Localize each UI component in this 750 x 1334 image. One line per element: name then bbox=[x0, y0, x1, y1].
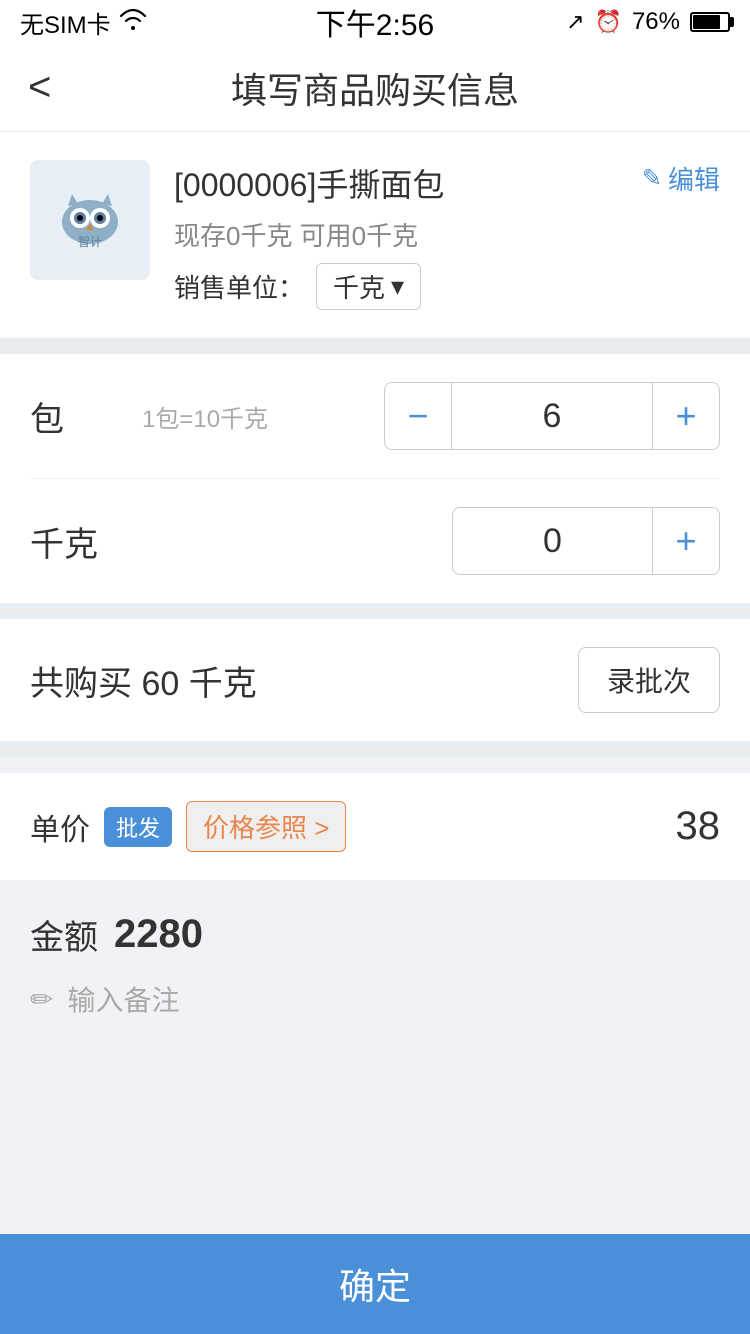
bao-decrement-button[interactable]: − bbox=[384, 382, 452, 450]
alarm-icon: ⏰ bbox=[595, 9, 622, 35]
bao-label: 包 bbox=[30, 392, 130, 441]
price-left: 单价 批发 价格参照 > bbox=[30, 801, 346, 852]
status-bar-right: ↗ ⏰ 76% bbox=[566, 8, 730, 36]
unit-label: 销售单位： bbox=[174, 268, 304, 305]
price-ref-button[interactable]: 价格参照 > bbox=[186, 801, 346, 852]
carrier-label: 无SIM卡 bbox=[20, 5, 111, 40]
nav-bar: < 填写商品购买信息 bbox=[0, 44, 750, 132]
kg-label: 千克 bbox=[30, 517, 130, 566]
bao-increment-button[interactable]: + bbox=[652, 382, 720, 450]
status-bar: 无SIM卡 下午2:56 ↗ ⏰ 76% bbox=[0, 0, 750, 44]
divider-2 bbox=[0, 603, 750, 619]
bottom-space bbox=[0, 1039, 750, 1259]
product-image: 智计 bbox=[30, 160, 150, 280]
edit-button[interactable]: ✎ 编辑 bbox=[642, 160, 720, 197]
time-label: 下午2:56 bbox=[316, 0, 434, 44]
product-unit-row: 销售单位： 千克 ▾ bbox=[174, 263, 720, 310]
unit-dropdown[interactable]: 千克 ▾ bbox=[316, 263, 421, 310]
product-stock: 现存0千克 可用0千克 bbox=[174, 216, 720, 253]
price-section: 单价 批发 价格参照 > 38 bbox=[0, 773, 750, 880]
kg-input-row: 千克 + bbox=[30, 479, 720, 603]
battery-icon bbox=[690, 12, 730, 32]
divider-1 bbox=[0, 338, 750, 354]
wifi-icon bbox=[119, 8, 147, 37]
bao-input[interactable] bbox=[452, 382, 652, 450]
divider-3 bbox=[0, 741, 750, 757]
bao-controls: − + bbox=[384, 382, 720, 450]
product-name: [0000006]手撕面包 bbox=[174, 160, 720, 206]
kg-input[interactable] bbox=[452, 507, 652, 575]
unit-value: 千克 bbox=[333, 268, 385, 305]
amount-section: 金额 2280 ✏ 输入备注 bbox=[0, 880, 750, 1039]
total-row: 共购买 60 千克 录批次 bbox=[0, 619, 750, 741]
amount-value: 2280 bbox=[114, 912, 203, 957]
remark-placeholder: 输入备注 bbox=[67, 979, 179, 1019]
total-label: 共购买 60 千克 bbox=[30, 656, 257, 705]
amount-row: 金额 2280 bbox=[30, 910, 720, 959]
back-button[interactable]: < bbox=[28, 65, 51, 110]
edit-label: 编辑 bbox=[668, 160, 720, 197]
location-icon: ↗ bbox=[566, 9, 584, 35]
kg-controls: + bbox=[452, 507, 720, 575]
confirm-bar[interactable]: 确定 bbox=[0, 1234, 750, 1334]
page-title: 填写商品购买信息 bbox=[231, 62, 519, 114]
wholesale-tag: 批发 bbox=[104, 807, 172, 847]
product-card: 智计 [0000006]手撕面包 现存0千克 可用0千克 销售单位： 千克 ▾ … bbox=[0, 132, 750, 338]
input-section: 包 1包=10千克 − + 千克 + bbox=[0, 354, 750, 603]
dropdown-arrow: ▾ bbox=[391, 271, 404, 302]
owl-logo: 智计 bbox=[54, 190, 126, 250]
product-info: [0000006]手撕面包 现存0千克 可用0千克 销售单位： 千克 ▾ bbox=[174, 160, 720, 310]
price-value: 38 bbox=[676, 804, 721, 849]
confirm-label: 确定 bbox=[339, 1258, 411, 1310]
pencil-icon: ✏ bbox=[30, 983, 53, 1016]
bao-input-row: 包 1包=10千克 − + bbox=[30, 354, 720, 479]
battery-percent: 76% bbox=[632, 8, 680, 36]
batch-button[interactable]: 录批次 bbox=[578, 647, 720, 713]
edit-icon: ✎ bbox=[642, 164, 662, 193]
status-bar-left: 无SIM卡 bbox=[20, 5, 147, 40]
price-label: 单价 bbox=[30, 805, 90, 849]
kg-increment-button[interactable]: + bbox=[652, 507, 720, 575]
remark-row[interactable]: ✏ 输入备注 bbox=[30, 979, 720, 1019]
amount-label: 金额 bbox=[30, 910, 98, 959]
bao-hint: 1包=10千克 bbox=[142, 399, 384, 434]
svg-text:智计: 智计 bbox=[78, 234, 102, 249]
